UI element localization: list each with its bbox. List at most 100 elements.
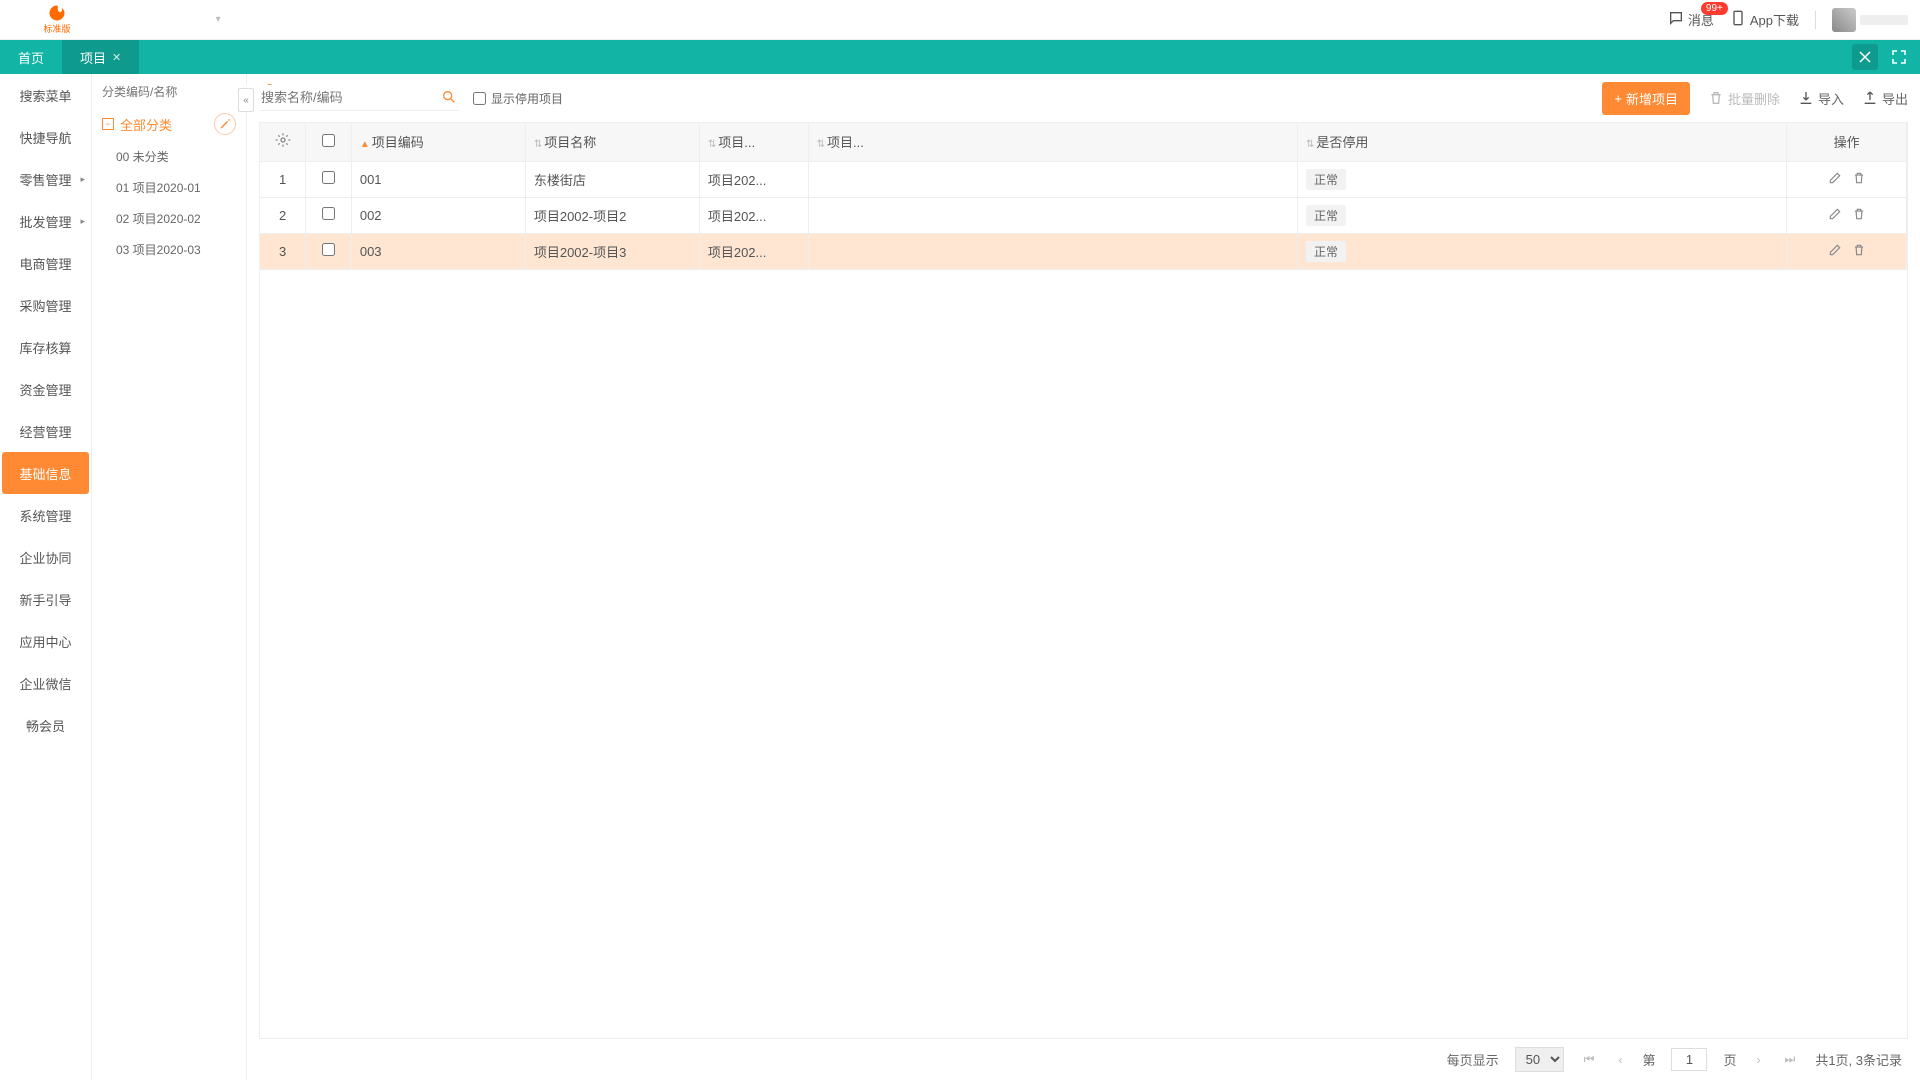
per-page-select[interactable]: 50: [1515, 1047, 1564, 1072]
row-checkbox[interactable]: [322, 243, 335, 256]
nav-item[interactable]: 企业微信: [0, 662, 91, 704]
category-item[interactable]: 00 未分类: [92, 141, 246, 172]
gear-icon: [275, 132, 291, 148]
tab-project[interactable]: 项目 ✕: [62, 40, 139, 74]
app-download-link[interactable]: App下载: [1730, 10, 1799, 29]
nav-item[interactable]: 快捷导航: [0, 116, 91, 158]
prev-page-button[interactable]: ‹: [1614, 1053, 1626, 1067]
nav-item[interactable]: 系统管理: [0, 494, 91, 536]
org-selector[interactable]: ▾: [122, 12, 221, 27]
messages-link[interactable]: 消息 99+: [1668, 10, 1714, 29]
collapse-panel-button[interactable]: «: [238, 88, 254, 112]
first-page-button[interactable]: ⏮: [1580, 1052, 1599, 1067]
category-root[interactable]: − 全部分类: [92, 107, 246, 141]
nav-label: 企业协同: [19, 548, 71, 567]
row-ops: [1787, 161, 1907, 197]
top-header: 标准版 ▾ 消息 99+ App下载: [0, 0, 1920, 40]
edit-row-button[interactable]: [1828, 171, 1842, 188]
main-content: 显示停用项目 + 新增项目 批量删除 导入 导出: [247, 74, 1920, 1080]
user-menu[interactable]: [1832, 8, 1908, 32]
nav-label: 批发管理: [19, 212, 71, 231]
name-column-header[interactable]: ⇅项目名称: [525, 123, 699, 161]
search-box: [259, 85, 459, 111]
row-status: 正常: [1297, 161, 1786, 197]
category-item[interactable]: 02 项目2020-02: [92, 203, 246, 234]
nav-item[interactable]: 电商管理: [0, 242, 91, 284]
nav-item[interactable]: 搜索菜单: [0, 74, 91, 116]
nav-item[interactable]: 企业协同: [0, 536, 91, 578]
row-code: 002: [351, 197, 525, 233]
header-right: 消息 99+ App下载: [1668, 8, 1908, 32]
toolbar: 显示停用项目 + 新增项目 批量删除 导入 导出: [259, 74, 1908, 122]
show-disabled-checkbox[interactable]: [473, 92, 486, 105]
col2-header-label: 项目...: [827, 135, 864, 150]
category-item[interactable]: 03 项目2020-03: [92, 234, 246, 265]
next-page-button[interactable]: ›: [1753, 1053, 1765, 1067]
checkbox-column-header[interactable]: [306, 123, 352, 161]
row-checkbox[interactable]: [322, 207, 335, 220]
export-button[interactable]: 导出: [1862, 89, 1908, 108]
nav-item[interactable]: 经营管理: [0, 410, 91, 452]
new-project-button[interactable]: + 新增项目: [1602, 82, 1690, 115]
nav-item[interactable]: 库存核算: [0, 326, 91, 368]
code-header-label: 项目编码: [372, 135, 424, 150]
row-status: 正常: [1297, 233, 1786, 269]
col1-header[interactable]: ⇅项目...: [699, 123, 808, 161]
last-page-button[interactable]: ⏭: [1781, 1052, 1800, 1067]
close-icon[interactable]: ✕: [112, 51, 121, 64]
chat-icon: [1668, 10, 1684, 29]
nav-item[interactable]: 畅会员: [0, 704, 91, 746]
category-search-row: [92, 82, 246, 107]
table-header-row: ▲项目编码 ⇅项目名称 ⇅项目... ⇅项目... ⇅是否停用 操作: [260, 123, 1907, 161]
fullscreen-button[interactable]: [1886, 44, 1912, 70]
delete-row-button[interactable]: [1852, 243, 1866, 260]
row-index: 2: [260, 197, 306, 233]
show-disabled-label: 显示停用项目: [491, 90, 563, 107]
delete-row-button[interactable]: [1852, 207, 1866, 224]
settings-column-header[interactable]: [260, 123, 306, 161]
delete-row-button[interactable]: [1852, 171, 1866, 188]
nav-label: 基础信息: [19, 464, 71, 483]
nav-item[interactable]: 批发管理▸: [0, 200, 91, 242]
nav-item[interactable]: 应用中心: [0, 620, 91, 662]
edit-category-button[interactable]: [214, 113, 236, 135]
search-icon[interactable]: [441, 89, 457, 108]
nav-item[interactable]: 采购管理: [0, 284, 91, 326]
search-input[interactable]: [259, 85, 459, 111]
table-row[interactable]: 3 003 项目2002-项目3 项目202... 正常: [260, 233, 1907, 269]
edit-row-button[interactable]: [1828, 207, 1842, 224]
col2-header[interactable]: ⇅项目...: [808, 123, 1297, 161]
nav-item[interactable]: 新手引导: [0, 578, 91, 620]
row-col1: 项目202...: [699, 161, 808, 197]
table-body: 1 001 东楼街店 项目202... 正常 2 002 项目2002-项目2 …: [260, 161, 1907, 269]
category-item[interactable]: 01 项目2020-01: [92, 172, 246, 203]
status-column-header[interactable]: ⇅是否停用: [1297, 123, 1786, 161]
nav-item[interactable]: 基础信息: [2, 452, 89, 494]
nav-label: 经营管理: [19, 422, 71, 441]
row-checkbox[interactable]: [322, 171, 335, 184]
edit-icon: [1828, 171, 1842, 185]
page-input[interactable]: [1671, 1048, 1707, 1071]
nav-item[interactable]: 资金管理: [0, 368, 91, 410]
sort-icon: ⇅: [817, 139, 825, 150]
select-all-checkbox[interactable]: [322, 134, 335, 147]
category-search-input[interactable]: [102, 85, 257, 99]
toolbar-right: + 新增项目 批量删除 导入 导出: [1602, 82, 1908, 115]
code-column-header[interactable]: ▲项目编码: [351, 123, 525, 161]
collapse-icon[interactable]: −: [102, 118, 114, 130]
nav-label: 应用中心: [19, 632, 71, 651]
status-header-label: 是否停用: [1316, 135, 1368, 150]
row-index: 3: [260, 233, 306, 269]
close-all-tabs-button[interactable]: [1852, 44, 1878, 70]
left-nav: 搜索菜单快捷导航零售管理▸批发管理▸电商管理采购管理库存核算资金管理经营管理基础…: [0, 74, 92, 1080]
row-ops: [1787, 233, 1907, 269]
row-col2: [808, 161, 1297, 197]
tab-home[interactable]: 首页: [0, 40, 62, 74]
table-row[interactable]: 1 001 东楼街店 项目202... 正常: [260, 161, 1907, 197]
nav-item[interactable]: 零售管理▸: [0, 158, 91, 200]
table-row[interactable]: 2 002 项目2002-项目2 项目202... 正常: [260, 197, 1907, 233]
status-badge: 正常: [1306, 241, 1346, 262]
import-button[interactable]: 导入: [1798, 89, 1844, 108]
show-disabled-toggle[interactable]: 显示停用项目: [473, 90, 563, 107]
edit-row-button[interactable]: [1828, 243, 1842, 260]
